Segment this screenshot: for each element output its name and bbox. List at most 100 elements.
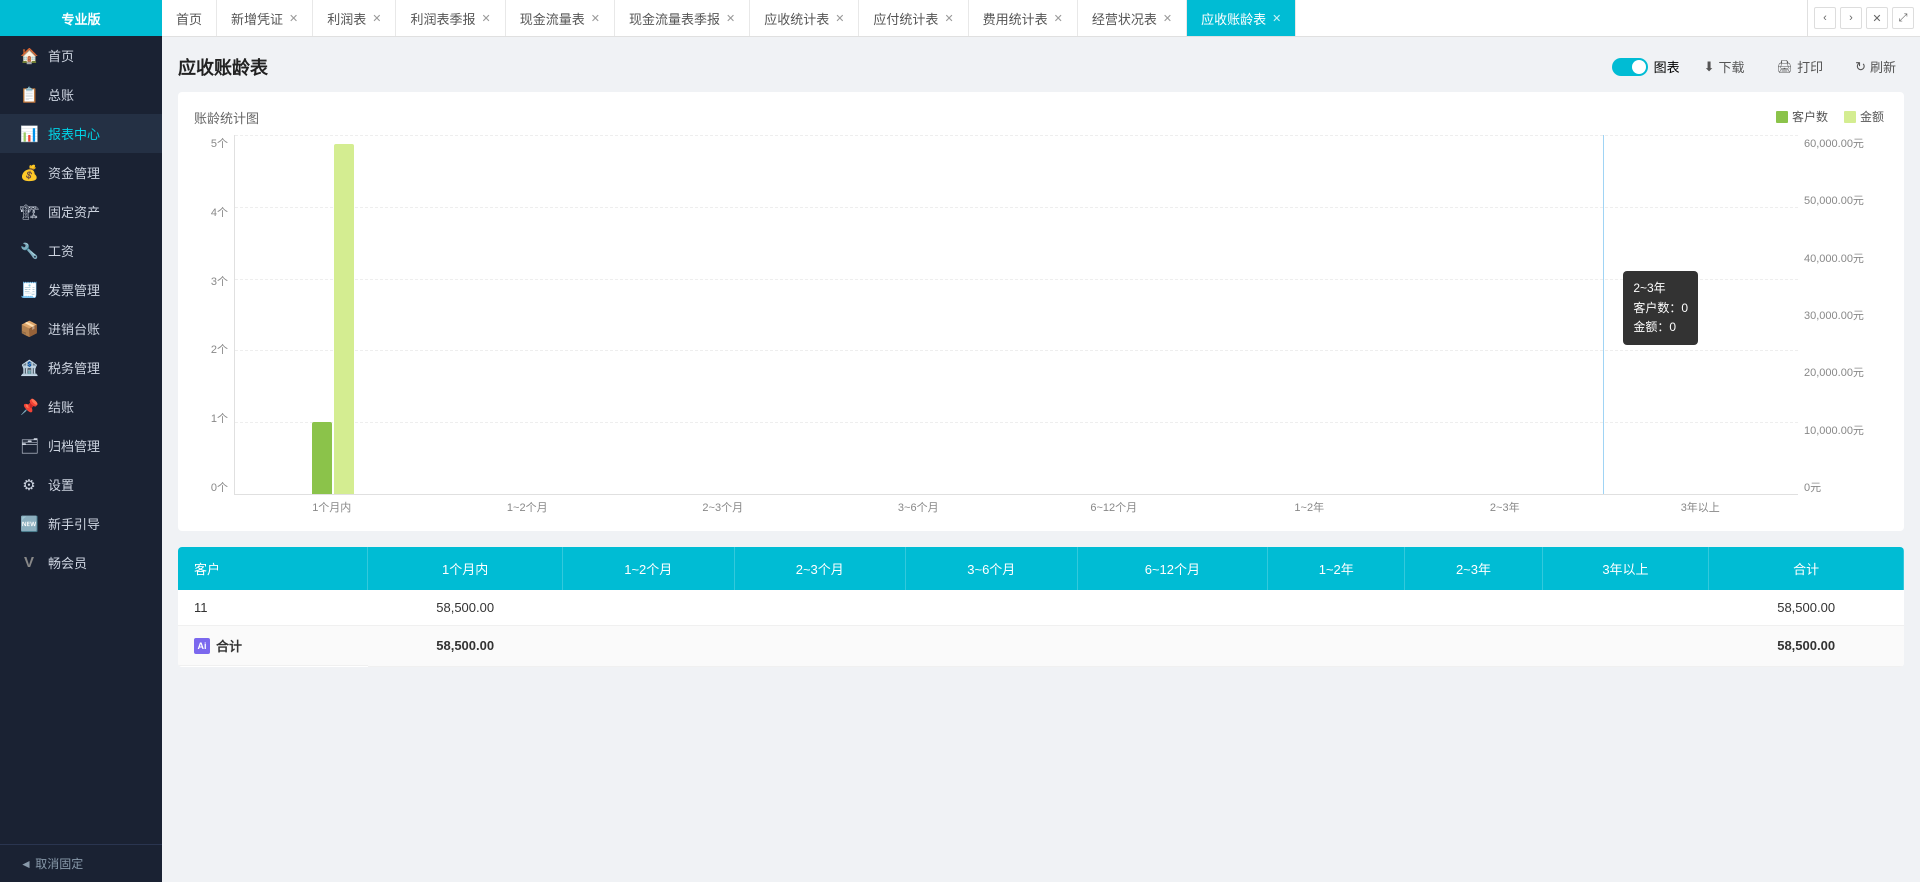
- sidebar-item-label: 工资: [48, 241, 74, 260]
- tab-close-icon[interactable]: ✕: [944, 12, 953, 25]
- sidebar-item-ledger[interactable]: 📋 总账: [0, 75, 162, 114]
- toggle-control[interactable]: [1612, 58, 1648, 76]
- archive-icon: 🗂: [20, 437, 38, 455]
- x-label-12m: 1~2个月: [430, 499, 626, 515]
- tab-close-icon[interactable]: ✕: [372, 12, 381, 25]
- tab-label: 利润表: [327, 9, 366, 28]
- cell-23y: [1405, 590, 1542, 626]
- refresh-icon: ↻: [1855, 59, 1866, 75]
- tab-label: 应收统计表: [764, 9, 829, 28]
- report-icon: 📊: [20, 125, 38, 143]
- tab-close-icon[interactable]: ✕: [482, 12, 491, 25]
- tab-prev-btn[interactable]: ‹: [1814, 7, 1836, 29]
- vip-icon: V: [20, 554, 38, 571]
- fund-icon: 💰: [20, 164, 38, 182]
- cell-total: 58,500.00: [1709, 590, 1904, 626]
- toggle-label: 图表: [1654, 57, 1680, 76]
- chart-tooltip: 2~3年 客户数：0 金额：0: [1623, 271, 1698, 345]
- col-12m: 1~2个月: [563, 547, 735, 590]
- tab-close-icon[interactable]: ✕: [1272, 12, 1281, 25]
- main-area: 首页 新增凭证 ✕ 利润表 ✕ 利润表季报 ✕ 现金流量表 ✕ 现金流量表季报 …: [162, 0, 1920, 882]
- legend-amount: 金额: [1844, 108, 1884, 125]
- tab-new-voucher[interactable]: 新增凭证 ✕: [217, 0, 313, 36]
- print-icon: 🖨: [1777, 59, 1794, 75]
- cell-total-3yplus: [1542, 626, 1709, 667]
- sidebar-item-label: 新手引导: [48, 514, 100, 533]
- cell-12y: [1268, 590, 1405, 626]
- tab-profit-quarterly[interactable]: 利润表季报 ✕: [396, 0, 505, 36]
- sidebar-item-label: 归档管理: [48, 436, 100, 455]
- bar-amount-1: [334, 144, 354, 494]
- sidebar-item-settings[interactable]: ⚙ 设置: [0, 465, 162, 504]
- sidebar-collapse-btn[interactable]: ◄ 取消固定: [0, 844, 162, 882]
- sidebar-item-sales[interactable]: 📦 进销台账: [0, 309, 162, 348]
- tab-expense-stat[interactable]: 费用统计表 ✕: [969, 0, 1078, 36]
- refresh-btn[interactable]: ↻ 刷新: [1847, 53, 1904, 80]
- x-label-1m: 1个月内: [234, 499, 430, 515]
- tab-profit[interactable]: 利润表 ✕: [313, 0, 396, 36]
- sidebar-item-tax[interactable]: 🏦 税务管理: [0, 348, 162, 387]
- bar-group-6: [1212, 135, 1407, 494]
- tab-close-icon[interactable]: ✕: [591, 12, 600, 25]
- tab-cashflow-quarterly[interactable]: 现金流量表季报 ✕: [615, 0, 750, 36]
- page-title: 应收账龄表: [178, 54, 268, 80]
- table-header-row: 客户 1个月内 1~2个月 2~3个月 3~6个月 6~12个月 1~2年 2~…: [178, 547, 1904, 590]
- print-btn[interactable]: 🖨 打印: [1769, 53, 1832, 80]
- sidebar-item-label: 税务管理: [48, 358, 100, 377]
- cell-total-36m: [906, 626, 1078, 667]
- sidebar-item-closing[interactable]: 📌 结账: [0, 387, 162, 426]
- tab-ap-stat[interactable]: 应付统计表 ✕: [859, 0, 968, 36]
- sidebar-item-invoice[interactable]: 🧾 发票管理: [0, 270, 162, 309]
- tab-close-all-btn[interactable]: ✕: [1866, 7, 1888, 29]
- chart-toggle[interactable]: 图表: [1612, 57, 1680, 76]
- tab-close-icon[interactable]: ✕: [289, 12, 298, 25]
- col-customer: 客户: [178, 547, 368, 590]
- tab-ar-stat[interactable]: 应收统计表 ✕: [750, 0, 859, 36]
- tab-label: 应收账龄表: [1201, 9, 1266, 28]
- sidebar-item-report[interactable]: 📊 报表中心: [0, 114, 162, 153]
- sidebar-item-label: 固定资产: [48, 202, 100, 221]
- chart-inner: 2~3年 客户数：0 金额：0: [234, 135, 1798, 495]
- tax-icon: 🏦: [20, 359, 38, 377]
- sidebar-item-guide[interactable]: 🆕 新手引导: [0, 504, 162, 543]
- tab-ar-aging[interactable]: 应收账龄表 ✕: [1187, 0, 1296, 36]
- cell-23m: [734, 590, 906, 626]
- x-label-3yplus: 3年以上: [1603, 499, 1799, 515]
- tab-expand-btn[interactable]: ⤢: [1892, 7, 1914, 29]
- download-btn[interactable]: ⬇ 下载: [1696, 53, 1753, 80]
- bar-group-4: [821, 135, 1016, 494]
- tab-home[interactable]: 首页: [162, 0, 217, 36]
- tab-label: 新增凭证: [231, 9, 283, 28]
- sidebar-item-fund[interactable]: 💰 资金管理: [0, 153, 162, 192]
- sidebar-item-label: 发票管理: [48, 280, 100, 299]
- tab-close-icon[interactable]: ✕: [835, 12, 844, 25]
- tooltip-amount: 金额：0: [1633, 318, 1688, 337]
- legend-customers-label: 客户数: [1792, 108, 1828, 125]
- sidebar-item-vip[interactable]: V 畅会员: [0, 543, 162, 582]
- tab-cashflow[interactable]: 现金流量表 ✕: [506, 0, 615, 36]
- tab-next-btn[interactable]: ›: [1840, 7, 1862, 29]
- tab-nav: ‹ › ✕ ⤢: [1807, 0, 1920, 36]
- page-header: 应收账龄表 图表 ⬇ 下载 🖨 打印 ↻ 刷新: [178, 53, 1904, 80]
- bar-group-3: [626, 135, 821, 494]
- cell-customer: 11: [178, 590, 368, 626]
- sidebar-item-assets[interactable]: 🏗 固定资产: [0, 192, 162, 231]
- tab-bar: 首页 新增凭证 ✕ 利润表 ✕ 利润表季报 ✕ 现金流量表 ✕ 现金流量表季报 …: [162, 0, 1920, 37]
- page-actions: 图表 ⬇ 下载 🖨 打印 ↻ 刷新: [1612, 53, 1904, 80]
- cell-total-612m: [1077, 626, 1268, 667]
- settings-icon: ⚙: [20, 476, 38, 494]
- sidebar-item-archive[interactable]: 🗂 归档管理: [0, 426, 162, 465]
- chart-container: 账龄统计图 客户数 金额 5个 4个 3个 2个 1个: [178, 92, 1904, 531]
- tab-biz-status[interactable]: 经营状况表 ✕: [1078, 0, 1187, 36]
- guide-icon: 🆕: [20, 515, 38, 533]
- tab-close-icon[interactable]: ✕: [726, 12, 735, 25]
- tab-close-icon[interactable]: ✕: [1054, 12, 1063, 25]
- col-23m: 2~3个月: [734, 547, 906, 590]
- sidebar-item-label: 报表中心: [48, 124, 100, 143]
- sidebar-item-home[interactable]: 🏠 首页: [0, 36, 162, 75]
- sidebar-item-salary[interactable]: 🔧 工资: [0, 231, 162, 270]
- col-12y: 1~2年: [1268, 547, 1405, 590]
- tab-close-icon[interactable]: ✕: [1163, 12, 1172, 25]
- chart-title: 账龄统计图: [194, 108, 1888, 127]
- legend-amount-label: 金额: [1860, 108, 1884, 125]
